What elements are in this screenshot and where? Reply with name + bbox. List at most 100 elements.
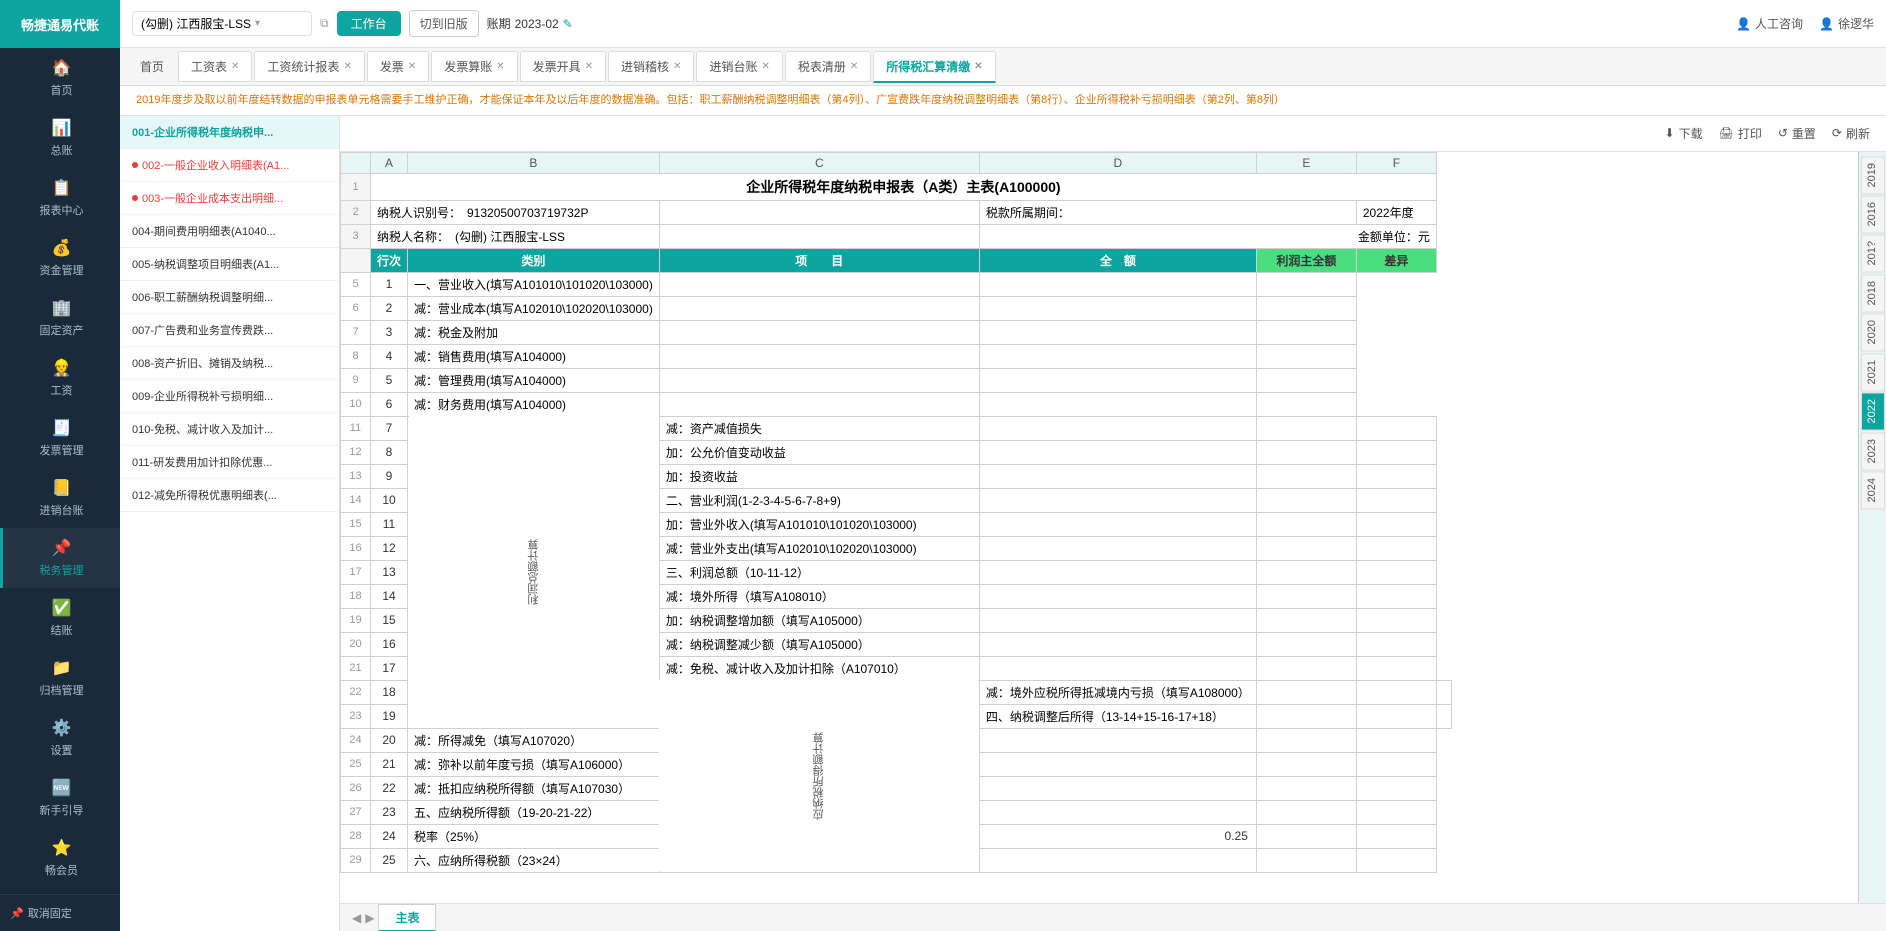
amount[interactable]	[659, 320, 979, 344]
diff[interactable]	[1436, 704, 1451, 728]
tab-close-invoice[interactable]: ✕	[408, 61, 416, 72]
tab-close-salary[interactable]: ✕	[231, 61, 239, 72]
list-item-006[interactable]: 006-职工薪酬纳税调整明细...	[120, 281, 339, 314]
sidebar-item-invoice_mgmt[interactable]: 🧾发票管理	[0, 408, 120, 468]
list-item-010[interactable]: 010-免税、减计收入及加计...	[120, 413, 339, 446]
diff[interactable]	[1356, 752, 1436, 776]
list-item-001[interactable]: 001-企业所得税年度纳税申...	[120, 116, 339, 149]
diff[interactable]	[1356, 464, 1436, 488]
profit-amount[interactable]	[979, 320, 1256, 344]
list-item-002[interactable]: 002-一般企业收入明细表(A1...	[120, 149, 339, 182]
profit-amount[interactable]	[1256, 824, 1356, 848]
amount[interactable]	[979, 584, 1256, 608]
year-item-2019[interactable]: 2019	[1861, 156, 1885, 194]
tab-close-invoice_open[interactable]: ✕	[585, 61, 593, 72]
diff[interactable]	[1256, 320, 1356, 344]
amount[interactable]	[979, 656, 1256, 680]
tab-tax_clear[interactable]: 税表清册✕	[785, 51, 871, 82]
profit-amount[interactable]	[979, 272, 1256, 296]
amount[interactable]	[979, 536, 1256, 560]
profit-amount[interactable]	[979, 392, 1256, 416]
sidebar-item-archive[interactable]: 📁归档管理	[0, 648, 120, 708]
diff[interactable]	[1356, 608, 1436, 632]
profit-amount[interactable]	[1256, 584, 1356, 608]
profit-amount[interactable]	[979, 344, 1256, 368]
list-item-003[interactable]: 003-一般企业成本支出明细...	[120, 182, 339, 215]
profit-amount[interactable]	[1256, 752, 1356, 776]
sidebar-item-home[interactable]: 🏠首页	[0, 48, 120, 108]
diff[interactable]	[1256, 272, 1356, 296]
sidebar-item-newbie[interactable]: 🆕新手引导	[0, 768, 120, 828]
next-sheet-arrow[interactable]: ▶	[365, 911, 374, 925]
amount[interactable]	[979, 488, 1256, 512]
tab-salary_stat[interactable]: 工资统计报表✕	[254, 51, 364, 82]
list-item-009[interactable]: 009-企业所得税补亏损明细...	[120, 380, 339, 413]
list-item-007[interactable]: 007-广告费和业务宣传费跌...	[120, 314, 339, 347]
list-item-005[interactable]: 005-纳税调整项目明细表(A1...	[120, 248, 339, 281]
diff[interactable]	[1256, 344, 1356, 368]
diff[interactable]	[1256, 368, 1356, 392]
tab-invoice_calc[interactable]: 发票算账✕	[431, 51, 517, 82]
tab-close-import_verify[interactable]: ✕	[673, 61, 681, 72]
amount[interactable]	[979, 416, 1256, 440]
sidebar-item-asset[interactable]: 🏢固定资产	[0, 288, 120, 348]
download-button[interactable]: ⬇ 下载	[1665, 125, 1703, 142]
tab-income_tax[interactable]: 所得税汇算清缴✕	[873, 51, 995, 83]
tab-close-income_tax[interactable]: ✕	[974, 61, 982, 72]
sidebar-item-settlement[interactable]: ✅结账	[0, 588, 120, 648]
year-item-2023[interactable]: 2023	[1861, 432, 1885, 470]
tab-close-tax_clear[interactable]: ✕	[850, 61, 858, 72]
diff[interactable]	[1356, 536, 1436, 560]
diff[interactable]	[1356, 416, 1436, 440]
sidebar-item-report[interactable]: 📋报表中心	[0, 168, 120, 228]
year-item-2016[interactable]: 2016	[1861, 195, 1885, 233]
profit-amount[interactable]	[1256, 776, 1356, 800]
diff[interactable]	[1356, 728, 1436, 752]
profit-amount[interactable]	[979, 368, 1256, 392]
year-item-201?[interactable]: 201?	[1861, 234, 1885, 272]
list-item-008[interactable]: 008-资产折旧、摊销及纳税...	[120, 347, 339, 380]
tab-close-salary_stat[interactable]: ✕	[343, 61, 351, 72]
year-item-2021[interactable]: 2021	[1861, 353, 1885, 391]
amount[interactable]	[659, 296, 979, 320]
amount[interactable]	[979, 632, 1256, 656]
amount[interactable]	[659, 392, 979, 416]
amount[interactable]	[979, 752, 1256, 776]
list-item-011[interactable]: 011-研发费用加计扣除优惠...	[120, 446, 339, 479]
profit-amount[interactable]	[1256, 632, 1356, 656]
diff[interactable]	[1356, 656, 1436, 680]
sidebar-item-tax_mgmt[interactable]: 📌税务管理	[0, 528, 120, 588]
sidebar-item-ledger[interactable]: 📊总账	[0, 108, 120, 168]
diff[interactable]	[1356, 560, 1436, 584]
year-item-2018[interactable]: 2018	[1861, 274, 1885, 312]
unpin-button[interactable]: 📌 取消固定	[0, 894, 120, 931]
print-button[interactable]: 🖨 打印	[1719, 125, 1762, 142]
amount[interactable]	[979, 440, 1256, 464]
amount[interactable]	[979, 560, 1256, 584]
tab-invoice[interactable]: 发票✕	[367, 51, 429, 82]
amount[interactable]	[979, 848, 1256, 872]
diff[interactable]	[1356, 824, 1436, 848]
tab-invoice_open[interactable]: 发票开具✕	[520, 51, 606, 82]
prev-sheet-arrow[interactable]: ◀	[352, 911, 361, 925]
list-item-004[interactable]: 004-期间费用明细表(A1040...	[120, 215, 339, 248]
profit-amount[interactable]	[1256, 800, 1356, 824]
copy-icon[interactable]: ⧉	[320, 16, 329, 31]
refresh-button[interactable]: ⟳ 刷新	[1832, 125, 1870, 142]
amount[interactable]	[659, 344, 979, 368]
diff[interactable]	[1256, 392, 1356, 416]
company-selector[interactable]: (勾删) 江西服宝-LSS ▾	[132, 11, 312, 36]
switch-version-button[interactable]: 切到旧版	[409, 10, 479, 37]
reset-button[interactable]: ↺ 重置	[1778, 125, 1816, 142]
tab-import_verify[interactable]: 进销稽核✕	[608, 51, 694, 82]
profit-amount[interactable]	[1256, 536, 1356, 560]
sidebar-item-import_ledger_nav[interactable]: 📒进销台账	[0, 468, 120, 528]
diff[interactable]	[1356, 800, 1436, 824]
amount[interactable]	[979, 728, 1256, 752]
tab-import_ledger[interactable]: 进销台账✕	[696, 51, 782, 82]
sidebar-item-fund[interactable]: 💰资金管理	[0, 228, 120, 288]
amount[interactable]	[659, 272, 979, 296]
amount[interactable]	[1256, 680, 1356, 704]
diff[interactable]	[1436, 680, 1451, 704]
diff[interactable]	[1356, 440, 1436, 464]
